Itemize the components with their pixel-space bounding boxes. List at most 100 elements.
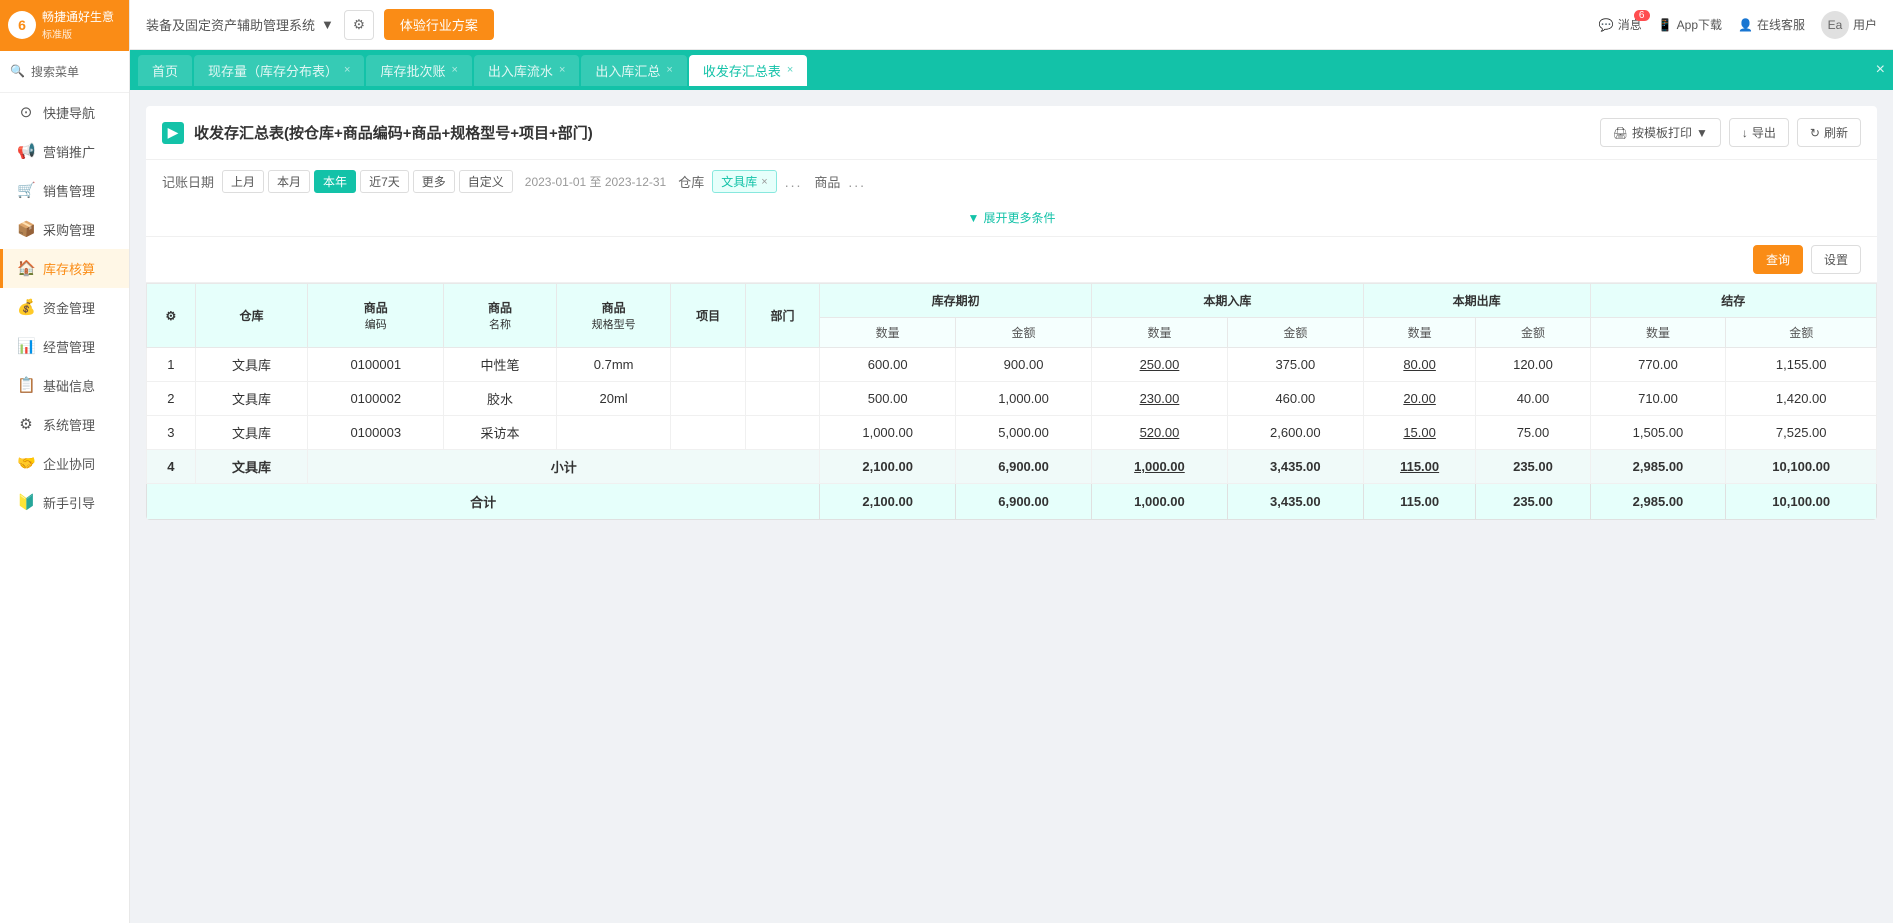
- tab-close-icon[interactable]: ×: [787, 64, 793, 76]
- sidebar-item-label: 快捷导航: [43, 103, 95, 122]
- row-out-qty[interactable]: 80.00: [1363, 348, 1476, 382]
- date-btn-more[interactable]: 更多: [413, 170, 455, 193]
- settings-button[interactable]: 设置: [1811, 245, 1861, 274]
- online-service-button[interactable]: 👤 在线客服: [1738, 16, 1805, 33]
- row-in-amt: 2,600.00: [1227, 416, 1363, 450]
- gear-button[interactable]: ⚙: [344, 10, 374, 40]
- tab-in-out-summary[interactable]: 出入库汇总 ×: [581, 55, 686, 86]
- sidebar-item-quick-nav[interactable]: ⊙ 快捷导航: [0, 93, 129, 132]
- warehouse-filter-dots[interactable]: ...: [785, 174, 803, 190]
- row-in-qty[interactable]: 250.00: [1092, 348, 1228, 382]
- row-init-qty: 500.00: [820, 382, 956, 416]
- subtotal-bal-amt: 10,100.00: [1726, 450, 1877, 484]
- sidebar-logo: 6 畅捷通好生意 标准版: [0, 0, 129, 51]
- date-filter-label: 记账日期: [162, 172, 214, 191]
- warehouse-tag[interactable]: 文具库 ×: [712, 170, 776, 193]
- sidebar-item-finance[interactable]: 💰 资金管理: [0, 288, 129, 327]
- tab-receive-send-summary[interactable]: 收发存汇总表 ×: [689, 55, 807, 86]
- refresh-button[interactable]: ↻ 刷新: [1797, 118, 1861, 147]
- date-btn-custom[interactable]: 自定义: [459, 170, 513, 193]
- goods-filter-dots[interactable]: ...: [848, 174, 866, 190]
- online-service-label: 在线客服: [1757, 16, 1805, 33]
- avatar-initial: Ea: [1828, 18, 1843, 32]
- app-download-button[interactable]: 📱 App下载: [1658, 16, 1722, 33]
- subtotal-in-qty[interactable]: 1,000.00: [1092, 450, 1228, 484]
- tab-close-icon[interactable]: ×: [451, 64, 457, 76]
- expand-icon: ▼: [968, 211, 980, 225]
- refresh-label: 刷新: [1824, 124, 1848, 141]
- trial-button[interactable]: 体验行业方案: [384, 9, 494, 40]
- total-bal-qty: 2,985.00: [1590, 484, 1726, 520]
- th-settings[interactable]: ⚙: [147, 284, 196, 348]
- expand-conditions-button[interactable]: ▼ 展开更多条件: [968, 209, 1056, 226]
- tab-in-out-flow[interactable]: 出入库流水 ×: [474, 55, 579, 86]
- row-no: 3: [147, 416, 196, 450]
- topbar: 装备及固定资产辅助管理系统 ▼ ⚙ 体验行业方案 💬 消息 6 📱 App下载 …: [130, 0, 1893, 50]
- sidebar-item-system[interactable]: ⚙ 系统管理: [0, 405, 129, 444]
- tab-label: 现存量（库存分布表）: [208, 61, 338, 80]
- sidebar-item-purchase[interactable]: 📦 采购管理: [0, 210, 129, 249]
- table-footer: 合计 2,100.00 6,900.00 1,000.00 3,435.00 1…: [147, 484, 1877, 520]
- sidebar-item-inventory[interactable]: 🏠 库存核算: [0, 249, 129, 288]
- tab-close-icon[interactable]: ×: [344, 64, 350, 76]
- sidebar-item-marketing[interactable]: 📢 营销推广: [0, 132, 129, 171]
- row-warehouse: 文具库: [195, 382, 308, 416]
- sidebar-item-label: 经营管理: [43, 337, 95, 356]
- tab-batch-ledger[interactable]: 库存批次账 ×: [366, 55, 471, 86]
- settings-label: 设置: [1824, 251, 1848, 268]
- query-button[interactable]: 查询: [1753, 245, 1803, 274]
- app-icon: 📱: [1658, 18, 1673, 32]
- row-out-qty[interactable]: 15.00: [1363, 416, 1476, 450]
- tab-close-icon[interactable]: ×: [666, 64, 672, 76]
- th-in-qty: 数量: [1092, 318, 1228, 348]
- date-btn-7days[interactable]: 近7天: [360, 170, 409, 193]
- total-in-qty: 1,000.00: [1092, 484, 1228, 520]
- tab-home[interactable]: 首页: [138, 55, 192, 86]
- sidebar-search[interactable]: 🔍 搜索菜单: [0, 51, 129, 93]
- date-btn-this-month[interactable]: 本月: [268, 170, 310, 193]
- th-init-stock: 库存期初: [820, 284, 1092, 318]
- row-init-amt: 900.00: [956, 348, 1092, 382]
- sidebar-item-label: 基础信息: [43, 376, 95, 395]
- message-button[interactable]: 💬 消息 6: [1599, 16, 1642, 33]
- goods-filter-group: 商品 ...: [814, 172, 866, 191]
- system-selector[interactable]: 装备及固定资产辅助管理系统 ▼: [146, 15, 334, 34]
- th-bal-amt: 金额: [1726, 318, 1877, 348]
- export-label: 导出: [1752, 124, 1776, 141]
- total-in-amt: 3,435.00: [1227, 484, 1363, 520]
- sidebar-item-basic[interactable]: 📋 基础信息: [0, 366, 129, 405]
- row-bal-qty: 770.00: [1590, 348, 1726, 382]
- export-button[interactable]: ↓ 导出: [1729, 118, 1789, 147]
- sidebar-item-operations[interactable]: 📊 经营管理: [0, 327, 129, 366]
- warehouse-tag-close-icon[interactable]: ×: [761, 176, 767, 188]
- tab-close-icon[interactable]: ×: [559, 64, 565, 76]
- app-download-label: App下载: [1677, 16, 1722, 33]
- user-menu[interactable]: Ea 用户: [1821, 11, 1877, 39]
- content-area: ▶ 收发存汇总表(按仓库+商品编码+商品+规格型号+项目+部门) 🖨 按模板打印…: [130, 90, 1893, 923]
- sales-icon: 🛒: [17, 181, 35, 199]
- total-row: 合计 2,100.00 6,900.00 1,000.00 3,435.00 1…: [147, 484, 1877, 520]
- action-bar: 查询 设置: [146, 237, 1877, 283]
- row-no: 1: [147, 348, 196, 382]
- tab-inventory-dist[interactable]: 现存量（库存分布表） ×: [194, 55, 364, 86]
- row-out-qty[interactable]: 20.00: [1363, 382, 1476, 416]
- sidebar-item-sales[interactable]: 🛒 销售管理: [0, 171, 129, 210]
- row-init-amt: 1,000.00: [956, 382, 1092, 416]
- sidebar-item-collab[interactable]: 🤝 企业协同: [0, 444, 129, 483]
- row-in-qty[interactable]: 230.00: [1092, 382, 1228, 416]
- filter-toggle-button[interactable]: ▶: [162, 122, 184, 144]
- row-name: 胶水: [444, 382, 557, 416]
- row-spec: [556, 416, 671, 450]
- th-in-amt: 金额: [1227, 318, 1363, 348]
- print-button[interactable]: 🖨 按模板打印 ▼: [1600, 118, 1721, 147]
- sidebar-item-guide[interactable]: 🔰 新手引导: [0, 483, 129, 522]
- purchase-icon: 📦: [17, 220, 35, 238]
- date-btn-this-year[interactable]: 本年: [314, 170, 356, 193]
- tabbar-close-icon[interactable]: ×: [1876, 61, 1885, 79]
- date-btn-last-month[interactable]: 上月: [222, 170, 264, 193]
- total-out-qty: 115.00: [1363, 484, 1476, 520]
- row-in-qty[interactable]: 520.00: [1092, 416, 1228, 450]
- total-bal-amt: 10,100.00: [1726, 484, 1877, 520]
- subtotal-out-qty[interactable]: 115.00: [1363, 450, 1476, 484]
- subtotal-init-amt: 6,900.00: [956, 450, 1092, 484]
